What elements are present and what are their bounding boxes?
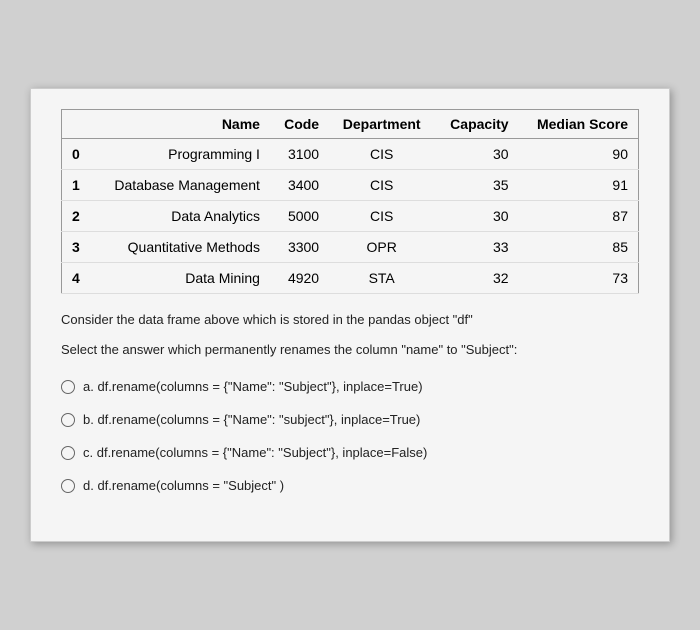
cell-index: 1 [62,170,92,201]
cell-capacity: 32 [434,263,518,294]
cell-score: 90 [519,139,639,170]
cell-code: 3400 [270,170,329,201]
cell-name: Programming I [92,139,270,170]
table-row: 1Database Management3400CIS3591 [62,170,639,201]
cell-index: 3 [62,232,92,263]
data-table: Name Code Department Capacity Median Sco… [61,109,639,294]
header-median-score: Median Score [519,110,639,139]
option-radio-a[interactable] [61,380,75,394]
option-item-d[interactable]: d. df.rename(columns = "Subject" ) [61,478,639,493]
option-item-b[interactable]: b. df.rename(columns = {"Name": "subject… [61,412,639,427]
header-index [62,110,92,139]
option-radio-c[interactable] [61,446,75,460]
options-list: a. df.rename(columns = {"Name": "Subject… [61,379,639,493]
cell-index: 0 [62,139,92,170]
table-row: 3Quantitative Methods3300OPR3385 [62,232,639,263]
cell-dept: STA [329,263,434,294]
cell-code: 3300 [270,232,329,263]
cell-code: 3100 [270,139,329,170]
header-code: Code [270,110,329,139]
option-item-c[interactable]: c. df.rename(columns = {"Name": "Subject… [61,445,639,460]
cell-dept: CIS [329,139,434,170]
cell-score: 91 [519,170,639,201]
cell-dept: OPR [329,232,434,263]
cell-score: 87 [519,201,639,232]
option-label-a: a. df.rename(columns = {"Name": "Subject… [83,379,423,394]
cell-dept: CIS [329,170,434,201]
cell-score: 85 [519,232,639,263]
cell-capacity: 35 [434,170,518,201]
cell-index: 2 [62,201,92,232]
option-label-d: d. df.rename(columns = "Subject" ) [83,478,284,493]
cell-code: 5000 [270,201,329,232]
cell-code: 4920 [270,263,329,294]
table-row: 2Data Analytics5000CIS3087 [62,201,639,232]
table-row: 4Data Mining4920STA3273 [62,263,639,294]
header-name: Name [92,110,270,139]
cell-name: Data Analytics [92,201,270,232]
cell-capacity: 33 [434,232,518,263]
cell-name: Data Mining [92,263,270,294]
header-department: Department [329,110,434,139]
page-container: Name Code Department Capacity Median Sco… [30,88,670,542]
cell-score: 73 [519,263,639,294]
cell-index: 4 [62,263,92,294]
option-label-b: b. df.rename(columns = {"Name": "subject… [83,412,420,427]
cell-name: Database Management [92,170,270,201]
option-radio-b[interactable] [61,413,75,427]
cell-capacity: 30 [434,139,518,170]
cell-name: Quantitative Methods [92,232,270,263]
option-radio-d[interactable] [61,479,75,493]
question-text-1: Consider the data frame above which is s… [61,310,639,330]
cell-capacity: 30 [434,201,518,232]
option-label-c: c. df.rename(columns = {"Name": "Subject… [83,445,427,460]
table-row: 0Programming I3100CIS3090 [62,139,639,170]
option-item-a[interactable]: a. df.rename(columns = {"Name": "Subject… [61,379,639,394]
question-text-2: Select the answer which permanently rena… [61,340,639,360]
header-capacity: Capacity [434,110,518,139]
cell-dept: CIS [329,201,434,232]
